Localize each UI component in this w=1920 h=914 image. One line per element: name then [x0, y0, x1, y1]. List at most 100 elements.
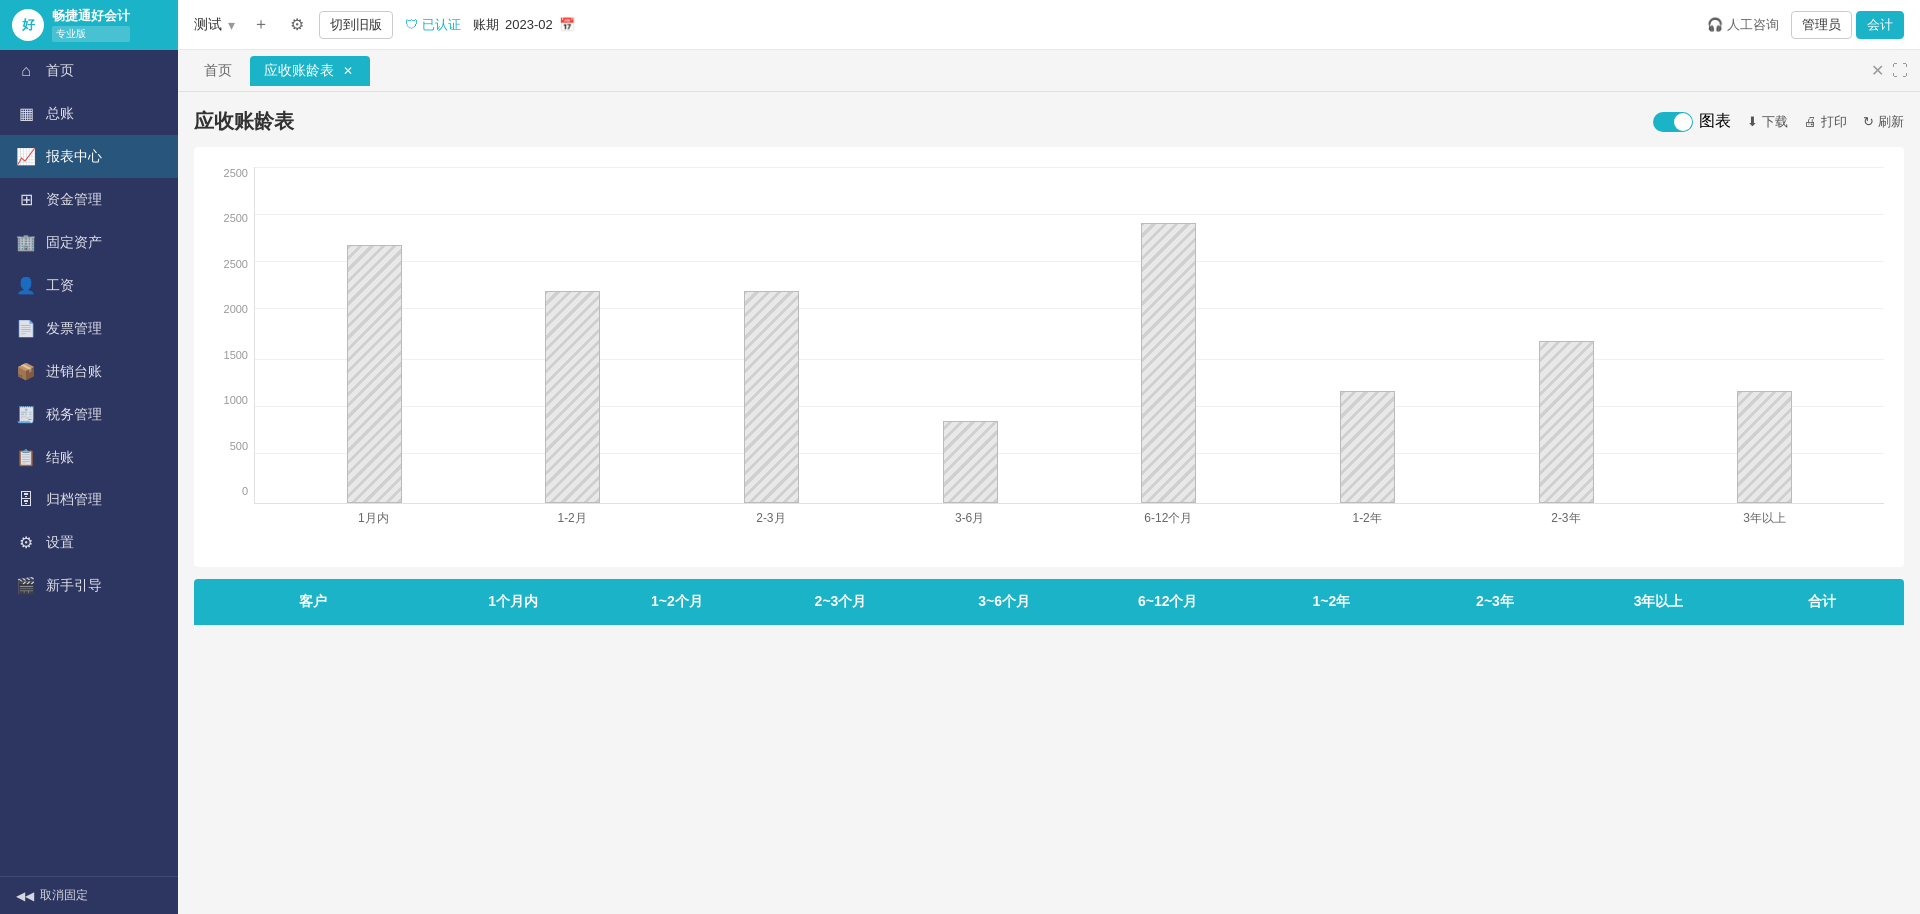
x-label-1-2month: 1-2月: [545, 510, 600, 527]
chart-main: 1月内 1-2月 2-3月 3-6月 6-12个月 1-2年 2-3年 3年以上: [254, 167, 1884, 527]
col-total: 合计: [1740, 579, 1904, 625]
sidebar-item-settings[interactable]: ⚙ 设置: [0, 521, 178, 564]
chart-area: 2500 2500 2500 2000 1500 1000 500 0: [214, 167, 1884, 527]
page-title: 应收账龄表: [194, 108, 294, 135]
bar-6-12month: [1141, 223, 1196, 503]
chart-grid: [254, 167, 1884, 504]
period-value: 2023-02: [505, 17, 553, 32]
main-area: 测试 ▾ ＋ ⚙ 切到旧版 🛡 已认证 账期 2023-02 📅 🎧 人工咨询 …: [178, 0, 1920, 914]
tab-close-icon[interactable]: ✕: [340, 63, 356, 79]
y-label-2000: 2000: [224, 303, 248, 315]
sidebar-item-assets[interactable]: 🏢 固定资产: [0, 221, 178, 264]
toggle-thumb: [1674, 113, 1692, 131]
bar-3-6month-rect: [943, 421, 998, 503]
sidebar-item-inventory[interactable]: 📦 进销台账: [0, 350, 178, 393]
page-actions: 图表 ⬇ 下载 🖨 打印 ↻ 刷新: [1653, 111, 1904, 132]
x-label-6-12month: 6-12个月: [1141, 510, 1196, 527]
consult-button[interactable]: 🎧 人工咨询: [1707, 16, 1779, 34]
sidebar-label-funds: 资金管理: [46, 191, 102, 209]
reports-icon: 📈: [16, 147, 36, 166]
y-label-2500c: 2500: [224, 258, 248, 270]
x-label-2-3year: 2-3年: [1538, 510, 1593, 527]
tab-expand-button[interactable]: ⛶: [1892, 61, 1908, 80]
chart-toggle[interactable]: 图表: [1653, 111, 1731, 132]
bar-2-3year: [1539, 341, 1594, 503]
bar-3plus-year-rect: [1737, 391, 1792, 503]
user-button[interactable]: 管理员: [1791, 11, 1852, 39]
bar-2-3month: [744, 291, 799, 503]
sidebar-item-payroll[interactable]: 👤 工资: [0, 264, 178, 307]
tab-aging[interactable]: 应收账龄表 ✕: [250, 56, 370, 86]
sidebar-item-funds[interactable]: ⊞ 资金管理: [0, 178, 178, 221]
headset-icon: 🎧: [1707, 17, 1723, 32]
tab-home[interactable]: 首页: [190, 56, 246, 86]
sidebar-item-guide[interactable]: 🎬 新手引导: [0, 564, 178, 607]
x-label-1-2year: 1-2年: [1340, 510, 1395, 527]
sidebar-item-invoices[interactable]: 📄 发票管理: [0, 307, 178, 350]
tab-home-label: 首页: [204, 62, 232, 80]
chart-y-axis: 2500 2500 2500 2000 1500 1000 500 0: [214, 167, 254, 527]
sidebar-label-assets: 固定资产: [46, 234, 102, 252]
print-button[interactable]: 🖨 打印: [1804, 113, 1847, 131]
sidebar-item-home[interactable]: ⌂ 首页: [0, 50, 178, 92]
download-button[interactable]: ⬇ 下载: [1747, 113, 1788, 131]
col-3-6month: 3~6个月: [922, 579, 1086, 625]
sidebar-item-tax[interactable]: 🧾 税务管理: [0, 393, 178, 436]
x-label-3-6month: 3-6月: [942, 510, 997, 527]
content-area: 应收账龄表 图表 ⬇ 下载 🖨 打印 ↻ 刷新: [178, 92, 1920, 914]
toggle-track[interactable]: [1653, 112, 1693, 132]
workspace-selector[interactable]: 测试 ▾: [194, 16, 235, 34]
sidebar-unpin-button[interactable]: ◀◀ 取消固定: [0, 876, 178, 914]
sidebar-item-closing[interactable]: 📋 结账: [0, 436, 178, 479]
settings-button[interactable]: ⚙: [283, 11, 311, 39]
tab-close-button[interactable]: ✕: [1871, 61, 1884, 80]
sidebar-label-invoices: 发票管理: [46, 320, 102, 338]
app-name: 畅捷通好会计: [52, 8, 130, 24]
x-label-3plus-year: 3年以上: [1737, 510, 1792, 527]
x-label-2-3month: 2-3月: [743, 510, 798, 527]
user-buttons: 管理员 会计: [1791, 11, 1904, 39]
sidebar-label-closing: 结账: [46, 449, 74, 467]
settings-icon: ⚙: [16, 533, 36, 552]
switch-version-button[interactable]: 切到旧版: [319, 11, 393, 39]
home-icon: ⌂: [16, 62, 36, 80]
sidebar-label-ledger: 总账: [46, 105, 74, 123]
bar-2-3month-rect: [744, 291, 799, 503]
bar-1-2year: [1340, 391, 1395, 503]
payroll-icon: 👤: [16, 276, 36, 295]
tabbar: 首页 应收账龄表 ✕ ✕ ⛶: [178, 50, 1920, 92]
bar-1-2year-rect: [1340, 391, 1395, 503]
logo-icon: 好: [12, 9, 44, 41]
chart-x-labels: 1月内 1-2月 2-3月 3-6月 6-12个月 1-2年 2-3年 3年以上: [254, 504, 1884, 527]
funds-icon: ⊞: [16, 190, 36, 209]
bar-1-2month: [545, 291, 600, 503]
col-2-3year: 2~3年: [1413, 579, 1577, 625]
print-label: 打印: [1821, 113, 1847, 131]
ledger-icon: ▦: [16, 104, 36, 123]
assets-icon: 🏢: [16, 233, 36, 252]
archive-icon: 🗄: [16, 491, 36, 509]
sidebar-item-reports[interactable]: 📈 报表中心: [0, 135, 178, 178]
period-selector[interactable]: 账期 2023-02 📅: [473, 16, 575, 34]
tax-icon: 🧾: [16, 405, 36, 424]
sidebar-label-settings: 设置: [46, 534, 74, 552]
sidebar-item-ledger[interactable]: ▦ 总账: [0, 92, 178, 135]
app-edition: 专业版: [52, 26, 130, 42]
y-label-2500a: 2500: [224, 167, 248, 179]
col-3plus-year: 3年以上: [1577, 579, 1741, 625]
bar-2-3year-rect: [1539, 341, 1594, 503]
bar-1-2month-rect: [545, 291, 600, 503]
col-1month: 1个月内: [431, 579, 595, 625]
sidebar-label-reports: 报表中心: [46, 148, 102, 166]
role-button[interactable]: 会计: [1856, 11, 1904, 39]
sidebar-item-archive[interactable]: 🗄 归档管理: [0, 479, 178, 521]
add-button[interactable]: ＋: [247, 11, 275, 39]
chart-container: 2500 2500 2500 2000 1500 1000 500 0: [194, 147, 1904, 567]
refresh-button[interactable]: ↻ 刷新: [1863, 113, 1904, 131]
sidebar-label-guide: 新手引导: [46, 577, 102, 595]
sidebar-label-inventory: 进销台账: [46, 363, 102, 381]
closing-icon: 📋: [16, 448, 36, 467]
col-2-3month: 2~3个月: [759, 579, 923, 625]
topbar: 测试 ▾ ＋ ⚙ 切到旧版 🛡 已认证 账期 2023-02 📅 🎧 人工咨询 …: [178, 0, 1920, 50]
col-1-2year: 1~2年: [1250, 579, 1414, 625]
